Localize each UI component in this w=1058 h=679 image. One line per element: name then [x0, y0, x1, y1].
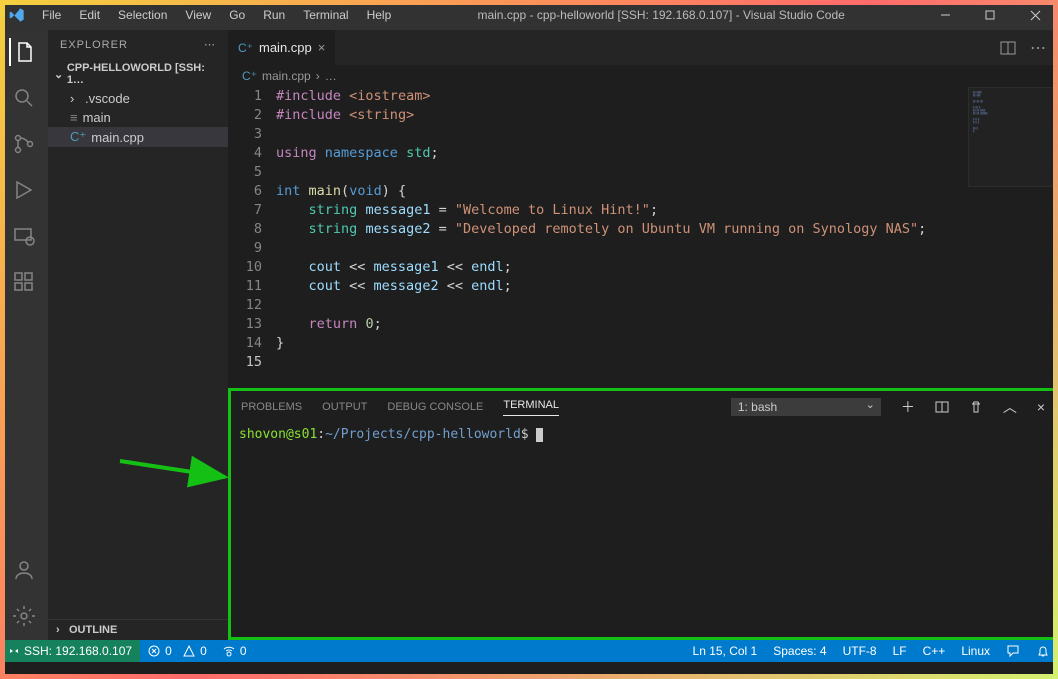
search-icon[interactable] — [10, 84, 38, 112]
binary-file-icon: ≡ — [70, 110, 78, 125]
source-control-icon[interactable] — [10, 130, 38, 158]
accounts-icon[interactable] — [10, 556, 38, 584]
menu-selection[interactable]: Selection — [110, 4, 175, 26]
menu-edit[interactable]: Edit — [71, 4, 108, 26]
problems-indicator[interactable]: 0 0 — [140, 640, 215, 662]
tree-folder-vscode[interactable]: ›.vscode — [48, 89, 228, 108]
new-terminal-icon[interactable]: ＋ — [901, 397, 915, 417]
menu-run[interactable]: Run — [255, 4, 293, 26]
terminal-body[interactable]: shovon@s01:~/Projects/cpp-helloworld$ — [231, 417, 1055, 452]
cpp-file-icon: C⁺ — [242, 69, 257, 83]
extensions-icon[interactable] — [10, 268, 38, 296]
breadcrumbs[interactable]: C⁺ main.cpp › … — [228, 65, 1058, 87]
close-tab-icon[interactable]: × — [318, 40, 326, 55]
vscode-logo-icon — [0, 7, 34, 23]
close-button[interactable] — [1013, 0, 1058, 30]
maximize-button[interactable] — [968, 0, 1013, 30]
feedback-icon[interactable] — [998, 644, 1028, 658]
notifications-icon[interactable] — [1028, 644, 1058, 658]
cpp-file-icon: C⁺ — [238, 41, 253, 55]
eol-status[interactable]: LF — [885, 644, 915, 658]
panel-tab-debug[interactable]: DEBUG CONSOLE — [387, 401, 483, 413]
split-terminal-icon[interactable] — [935, 400, 949, 414]
panel-tab-terminal[interactable]: TERMINAL — [503, 399, 559, 416]
tree-file-main-cpp[interactable]: C⁺main.cpp — [48, 127, 228, 147]
menu-bar: File Edit Selection View Go Run Terminal… — [34, 4, 399, 26]
terminal-cursor — [536, 428, 543, 442]
status-bar: SSH: 192.168.0.107 0 0 0 Ln 15, Col 1 Sp… — [0, 640, 1058, 662]
kill-terminal-icon[interactable] — [969, 400, 983, 414]
close-panel-icon[interactable]: × — [1037, 399, 1045, 415]
cpp-file-icon: C⁺ — [70, 129, 86, 145]
sidebar: EXPLORER ⋯ ⌄CPP-HELLOWORLD [SSH: 1… ›.vsc… — [48, 30, 228, 640]
explorer-icon[interactable] — [9, 38, 37, 66]
chevron-right-icon: › — [70, 91, 80, 106]
menu-go[interactable]: Go — [221, 4, 253, 26]
maximize-panel-icon[interactable]: ︿ — [1003, 397, 1017, 417]
editor-more-icon[interactable]: ⋯ — [1030, 38, 1046, 58]
encoding-status[interactable]: UTF-8 — [835, 644, 885, 658]
menu-terminal[interactable]: Terminal — [295, 4, 356, 26]
menu-file[interactable]: File — [34, 4, 69, 26]
editor-tabs: C⁺ main.cpp × ⋯ — [228, 30, 1058, 65]
titlebar: File Edit Selection View Go Run Terminal… — [0, 0, 1058, 30]
outline-section[interactable]: ›OUTLINE — [48, 619, 228, 640]
window-title: main.cpp - cpp-helloworld [SSH: 192.168.… — [399, 8, 923, 22]
code-editor[interactable]: 123456789101112131415 #include <iostream… — [228, 87, 1058, 388]
run-debug-icon[interactable] — [10, 176, 38, 204]
indentation-status[interactable]: Spaces: 4 — [765, 644, 834, 658]
ports-indicator[interactable]: 0 — [215, 640, 255, 662]
sidebar-title: EXPLORER — [60, 39, 128, 51]
panel-tab-output[interactable]: OUTPUT — [322, 401, 367, 413]
activity-bar — [0, 30, 48, 640]
minimize-button[interactable] — [923, 0, 968, 30]
language-mode[interactable]: C++ — [915, 644, 954, 658]
sidebar-more-icon[interactable]: ⋯ — [204, 38, 216, 51]
tree-file-main[interactable]: ≡main — [48, 108, 228, 127]
remote-explorer-icon[interactable] — [10, 222, 38, 250]
panel-tab-problems[interactable]: PROBLEMS — [241, 401, 302, 413]
cursor-position[interactable]: Ln 15, Col 1 — [685, 644, 766, 658]
minimap[interactable]: ██ ██████ █████ ██ ███ ██ █ ██ ██ ████ █… — [968, 87, 1058, 187]
tab-main-cpp[interactable]: C⁺ main.cpp × — [228, 30, 336, 65]
split-editor-icon[interactable] — [1000, 40, 1016, 56]
os-status[interactable]: Linux — [953, 644, 998, 658]
code-content[interactable]: #include <iostream> #include <string> us… — [276, 87, 1058, 388]
folder-section[interactable]: ⌄CPP-HELLOWORLD [SSH: 1… — [48, 59, 228, 89]
settings-gear-icon[interactable] — [10, 602, 38, 630]
terminal-shell-select[interactable]: 1: bash — [731, 398, 881, 416]
editor-group: C⁺ main.cpp × ⋯ C⁺ main.cpp › … 12345678… — [228, 30, 1058, 640]
remote-indicator[interactable]: SSH: 192.168.0.107 — [0, 640, 140, 662]
line-gutter: 123456789101112131415 — [228, 87, 276, 388]
menu-view[interactable]: View — [177, 4, 219, 26]
menu-help[interactable]: Help — [359, 4, 400, 26]
terminal-panel: PROBLEMS OUTPUT DEBUG CONSOLE TERMINAL 1… — [228, 388, 1058, 640]
